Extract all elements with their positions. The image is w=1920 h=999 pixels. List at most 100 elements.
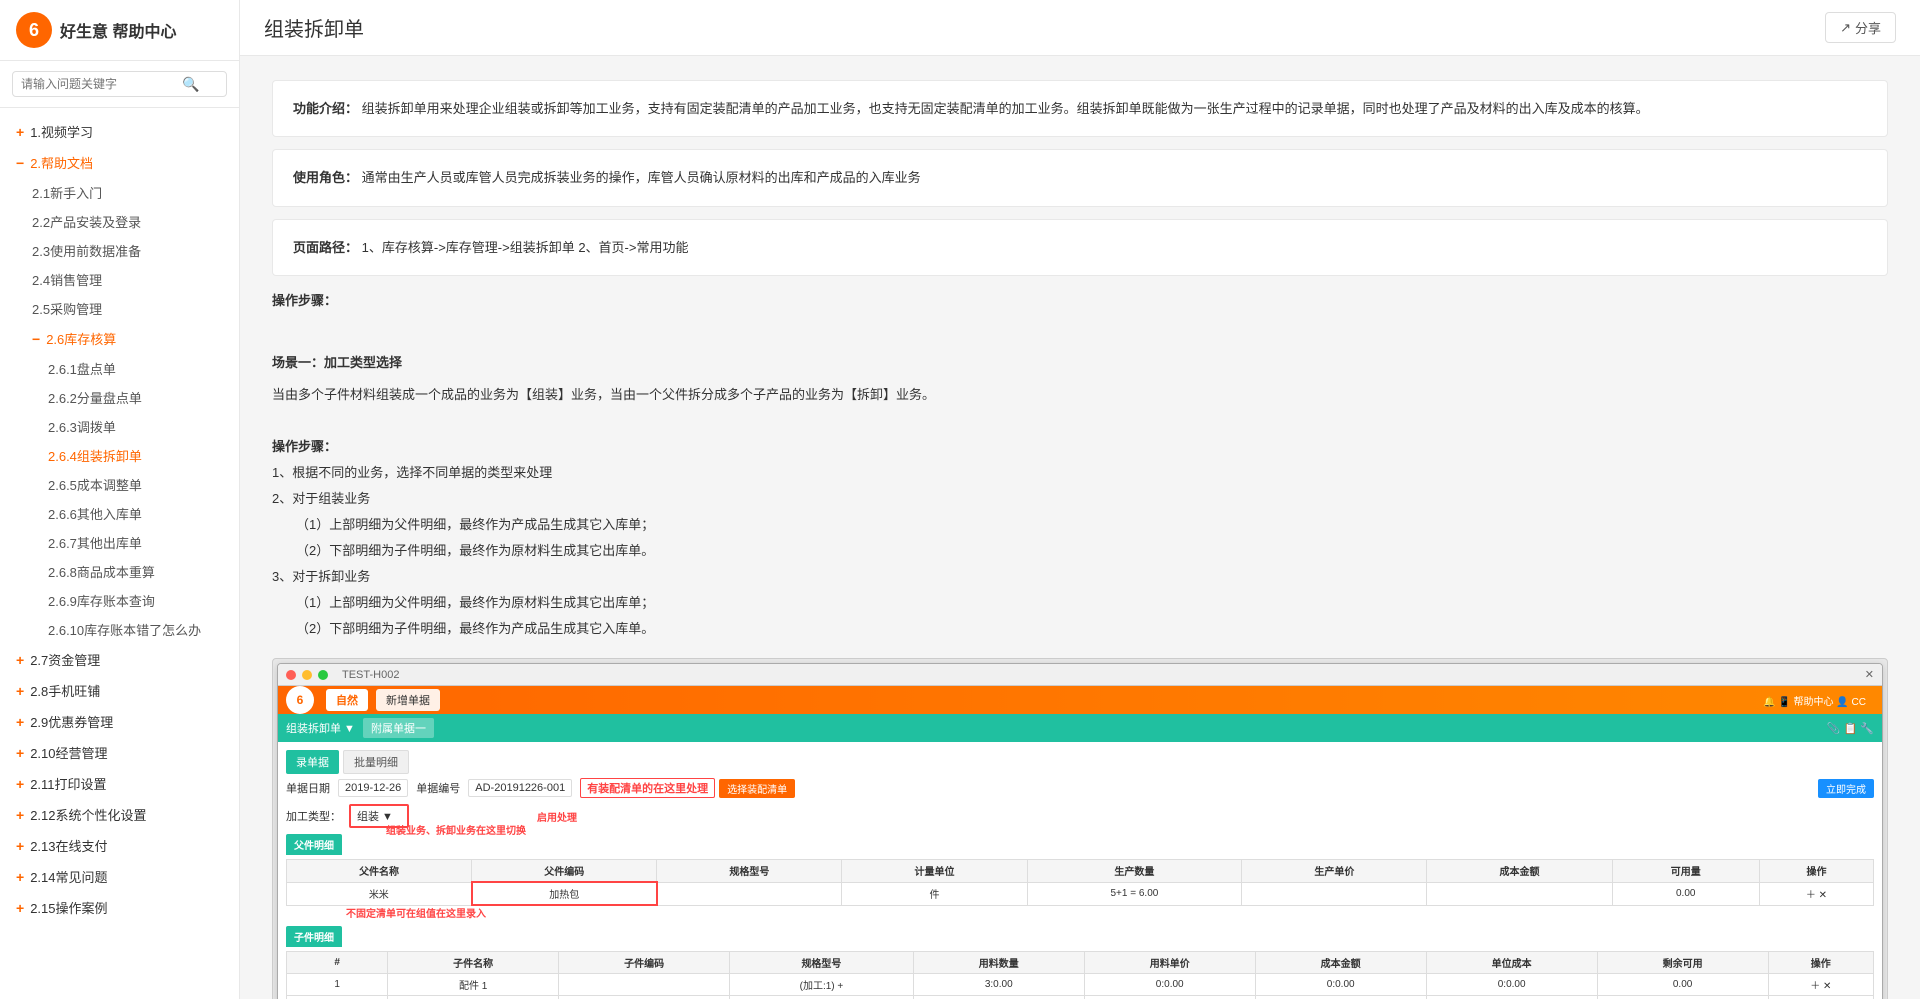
mock-th-child-code: 子件编码 xyxy=(559,952,730,974)
sidebar-item-docs-27[interactable]: + 2.7资金管理 xyxy=(0,644,239,675)
sidebar-item-docs-28[interactable]: + 2.8手机旺铺 xyxy=(0,675,239,706)
mock-title: TEST-H002 xyxy=(342,669,399,681)
step-3-2: （2）下部明细为子件明细，最终作为产成品生成其它入库单。 xyxy=(272,616,1888,642)
plus-icon: + xyxy=(16,124,24,140)
plus-icon-210: + xyxy=(16,745,24,761)
sidebar-item-docs-25[interactable]: 2.5采购管理 xyxy=(0,294,239,323)
mock-td-code1 xyxy=(559,974,730,996)
sidebar-item-docs[interactable]: − 2.帮助文档 xyxy=(0,147,239,178)
sidebar-item-docs-262[interactable]: 2.6.2分量盘点单 xyxy=(0,383,239,412)
mock-doc-type: 组装拆卸单 ▼ xyxy=(286,720,355,736)
role-block: 使用角色： 通常由生产人员或库管人员完成拆装业务的操作，库管人员确认原材料的出库… xyxy=(272,149,1888,206)
mock-th-parent-name: 父件名称 xyxy=(287,860,472,883)
mock-logo-icon: 6 xyxy=(297,693,304,707)
sidebar-item-docs-210[interactable]: + 2.10经营管理 xyxy=(0,737,239,768)
sidebar-item-docs-213[interactable]: + 2.13在线支付 xyxy=(0,830,239,861)
sidebar-item-docs-21[interactable]: 2.1新手入门 xyxy=(0,178,239,207)
sidebar-item-docs-2610[interactable]: 2.6.10库存账本错了怎么办 xyxy=(0,615,239,644)
sidebar-item-docs-264[interactable]: 2.6.4组装拆卸单 xyxy=(0,441,239,470)
mock-td-price xyxy=(1242,882,1427,905)
sidebar-item-docs-23[interactable]: 2.3使用前数据准备 xyxy=(0,236,239,265)
page-title: 组装拆卸单 xyxy=(264,13,364,42)
mock-td-parent-code: 加热包 xyxy=(472,882,657,905)
mock-td-avail: 0.00 xyxy=(1612,882,1759,905)
path-text: 1、库存核算->库存管理->组装拆卸单 2、首页->常用功能 xyxy=(362,240,689,255)
mock-th-parent-code: 父件编码 xyxy=(472,860,657,883)
mock-tab-home[interactable]: 自然 xyxy=(326,689,368,711)
mock-th-price: 生产单价 xyxy=(1242,860,1427,883)
mock-th-unit: 计量单位 xyxy=(842,860,1027,883)
sidebar-item-docs-269[interactable]: 2.6.9库存账本查询 xyxy=(0,586,239,615)
sidebar-item-docs-268[interactable]: 2.6.8商品成本重算 xyxy=(0,557,239,586)
plus-icon-213: + xyxy=(16,838,24,854)
sidebar-item-docs-214[interactable]: + 2.14常见问题 xyxy=(0,861,239,892)
mock-child-table-header: 子件明细 xyxy=(286,926,342,947)
search-box: 🔍 xyxy=(0,61,239,108)
mock-td-unit: 件 xyxy=(842,882,1027,905)
annotation-assembly-label: 有装配清单的在这里处理 xyxy=(580,778,715,798)
mock-close-icon: ✕ xyxy=(1865,668,1874,681)
mock-td-name1: 配件 1 xyxy=(388,974,559,996)
plus-icon-29: + xyxy=(16,714,24,730)
mock-lower-table-container: 子件明细 # 子件名称 子件编码 规格型号 用料数量 用料单价 xyxy=(286,926,1874,999)
mock-td-avail1: 0.00 xyxy=(1597,974,1768,996)
mock-child-table: # 子件名称 子件编码 规格型号 用料数量 用料单价 成本金额 单位成本 剩余可… xyxy=(286,951,1874,999)
sidebar-item-docs-24[interactable]: 2.4销售管理 xyxy=(0,265,239,294)
sidebar-item-video[interactable]: + 1.视频学习 xyxy=(0,116,239,147)
mock-td-parent-name: 米米 xyxy=(287,882,472,905)
sidebar-item-docs-261[interactable]: 2.6.1盘点单 xyxy=(0,354,239,383)
scene1-label: 场景一：加工类型选择 xyxy=(272,355,402,370)
sidebar: 6 好生意 帮助中心 🔍 + 1.视频学习 − 2.帮助文档 2.1新手入门 2… xyxy=(0,0,240,999)
search-button[interactable]: 🔍 xyxy=(182,76,199,93)
scene1-desc: 当由多个子件材料组装成一个成品的业务为【组装】业务，当由一个父件拆分成多个子产品… xyxy=(272,382,1888,408)
intro-label: 功能介绍： xyxy=(293,101,358,116)
mock-billno-value[interactable]: AD-20191226-001 xyxy=(468,779,572,797)
sidebar-item-docs-215[interactable]: + 2.15操作案例 xyxy=(0,892,239,923)
sidebar-nav: + 1.视频学习 − 2.帮助文档 2.1新手入门 2.2产品安装及登录 2.3… xyxy=(0,108,239,999)
mock-icons: 🔔 📱 帮助中心 👤 CC xyxy=(1763,693,1866,708)
sidebar-item-label: 2.帮助文档 xyxy=(30,153,93,172)
sidebar-item-docs-22[interactable]: 2.2产品安装及登录 xyxy=(0,207,239,236)
mock-th-child-unit: 单位成本 xyxy=(1426,952,1597,974)
mock-select-assembly-btn[interactable]: 选择装配清单 xyxy=(719,779,795,798)
path-label: 页面路径： xyxy=(293,240,358,255)
mock-td-ucost1: 0:0.00 xyxy=(1426,974,1597,996)
sidebar-item-docs-265[interactable]: 2.6.5成本调整单 xyxy=(0,470,239,499)
mock-action-btn: 附属单据一 xyxy=(363,718,434,738)
mock-tab-new[interactable]: 新增单据 xyxy=(376,689,440,711)
mock-btn-detail[interactable]: 批量明细 xyxy=(343,750,409,774)
sidebar-item-label: 2.15操作案例 xyxy=(30,898,107,917)
mock-td-spec1: (加工:1) + xyxy=(730,974,914,996)
sidebar-item-label: 2.7资金管理 xyxy=(30,650,100,669)
role-label: 使用角色： xyxy=(293,170,358,185)
step-3-1: （1）上部明细为父件明细，最终作为原材料生成其它出库单； xyxy=(272,590,1888,616)
sidebar-item-docs-212[interactable]: + 2.12系统个性化设置 xyxy=(0,799,239,830)
sidebar-item-docs-26[interactable]: − 2.6库存核算 xyxy=(0,323,239,354)
mock-confirm-btn[interactable]: 立即完成 xyxy=(1818,779,1874,798)
mock-form-area: 录单据 批量明细 单据日期 2019-12-26 单据编号 AD-2019122… xyxy=(278,742,1882,999)
mock-date-value[interactable]: 2019-12-26 xyxy=(338,779,408,797)
sidebar-item-docs-211[interactable]: + 2.11打印设置 xyxy=(0,768,239,799)
share-button[interactable]: ↗ 分享 xyxy=(1825,12,1896,43)
mock-th-child-cost: 成本金额 xyxy=(1255,952,1426,974)
mock-toolbar-icons: 📎 📋 🔧 xyxy=(1827,722,1874,735)
mock-process-label: 启用处理 xyxy=(537,809,577,824)
mock-btn-create[interactable]: 录单据 xyxy=(286,750,339,774)
sidebar-item-docs-29[interactable]: + 2.9优惠券管理 xyxy=(0,706,239,737)
mock-date-label: 单据日期 xyxy=(286,780,330,796)
sidebar-item-docs-263[interactable]: 2.6.3调拨单 xyxy=(0,412,239,441)
mock-td-qty1: 3:0.00 xyxy=(913,974,1084,996)
plus-icon-28: + xyxy=(16,683,24,699)
mock-th-spec: 规格型号 xyxy=(657,860,842,883)
mock-td-spec xyxy=(657,882,842,905)
mock-td-cost1: 0:0.00 xyxy=(1255,974,1426,996)
sidebar-item-docs-266[interactable]: 2.6.6其他入库单 xyxy=(0,499,239,528)
sidebar-item-docs-267[interactable]: 2.6.7其他出库单 xyxy=(0,528,239,557)
mock-th-qty: 生产数量 xyxy=(1027,860,1242,883)
share-label: 分享 xyxy=(1855,18,1881,37)
mock-parent-table-header: 父件明细 xyxy=(286,834,342,855)
mock-th-avail: 可用量 xyxy=(1612,860,1759,883)
minus-icon-26: − xyxy=(32,331,40,347)
annotation-process: 启用处理 xyxy=(537,813,577,824)
content-area: 功能介绍： 组装拆卸单用来处理企业组装或拆卸等加工业务，支持有固定装配清单的产品… xyxy=(240,56,1920,999)
